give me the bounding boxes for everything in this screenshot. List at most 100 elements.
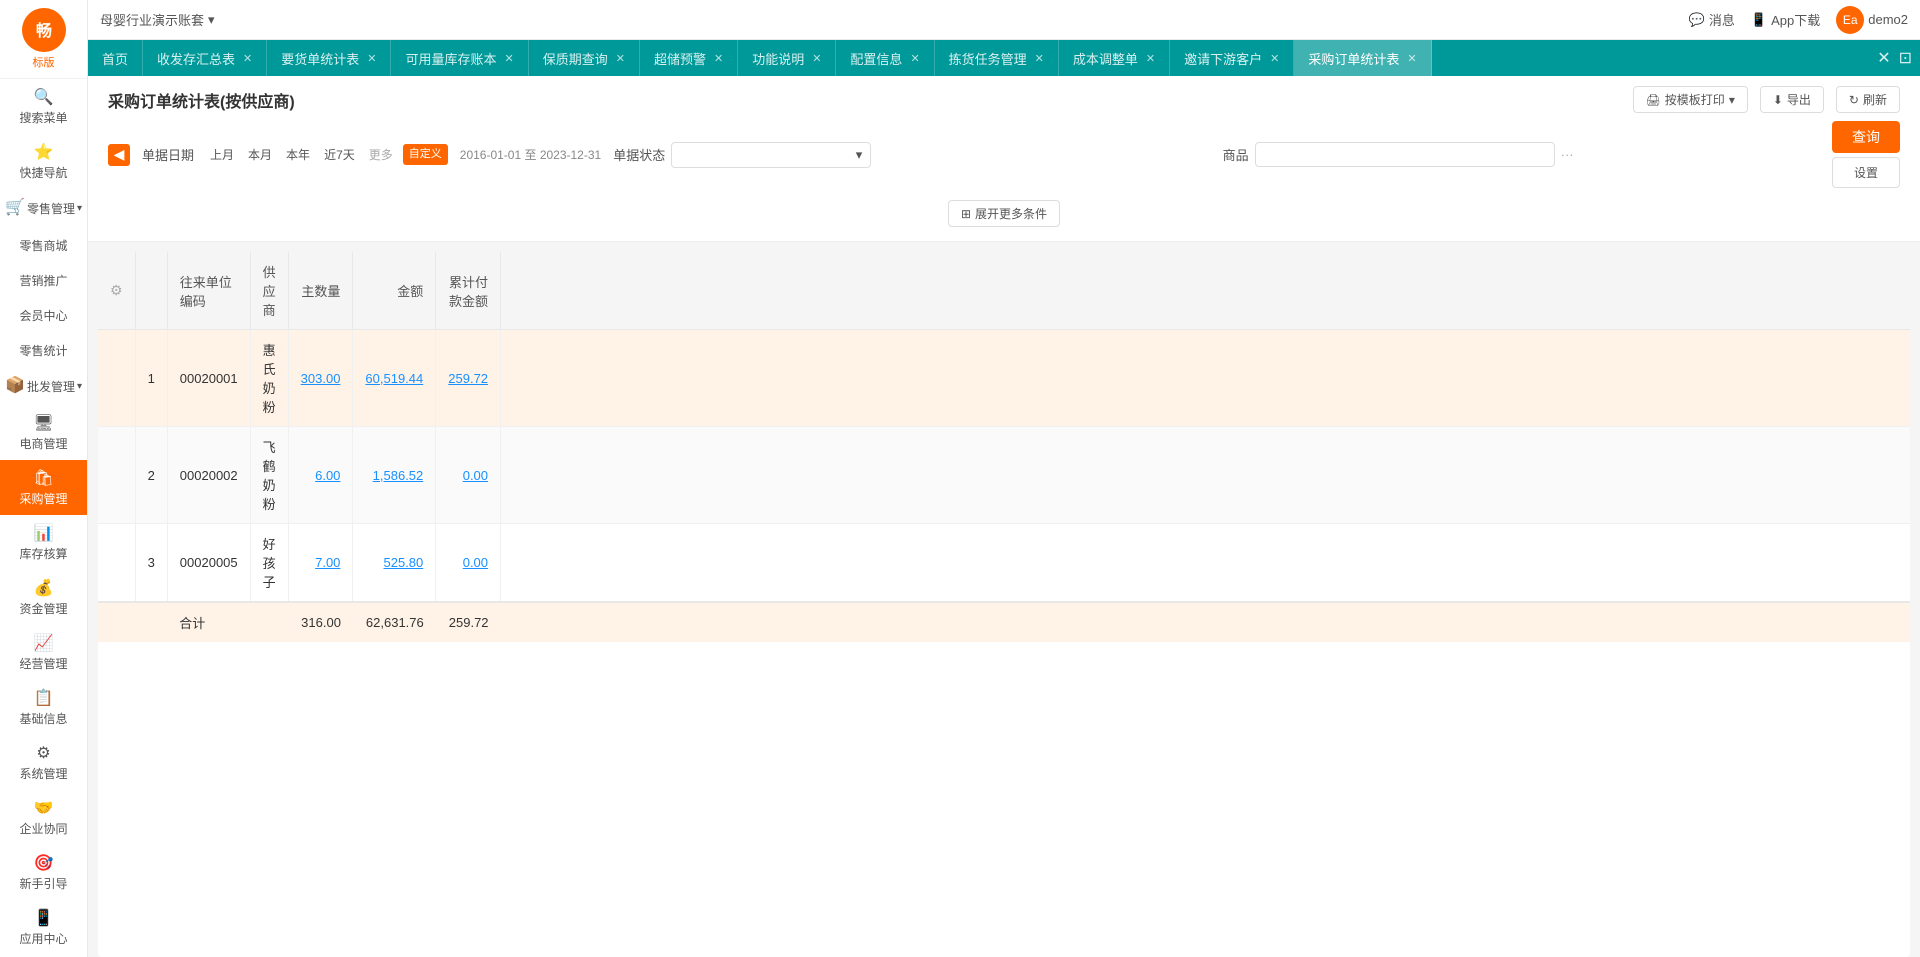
product-input[interactable]: [1255, 142, 1555, 167]
tab-item-10[interactable]: 邀请下游客户✕: [1170, 40, 1294, 76]
filter-row-1: ◀ 单据日期 上月 本月 本年 近7天 更多 自定义 2016-01-01 至 …: [108, 121, 1900, 188]
tab-label-1: 收发存汇总表: [157, 49, 235, 68]
product-more-icon[interactable]: ···: [1561, 147, 1574, 162]
sidebar-item-1[interactable]: ⭐ 快捷导航: [0, 134, 87, 189]
sidebar-item-11[interactable]: 💰 资金管理: [0, 570, 87, 625]
tab-close-8[interactable]: ✕: [1035, 52, 1044, 65]
tab-close-2[interactable]: ✕: [367, 52, 376, 65]
footer-quantity: 316.00: [288, 602, 353, 642]
row-amount-2[interactable]: 525.80: [353, 524, 436, 603]
tab-bar-end: ✕ ⊡: [1869, 40, 1920, 76]
tab-close-11[interactable]: ✕: [1407, 52, 1416, 65]
shortcut-this-month[interactable]: 本月: [244, 144, 276, 165]
sidebar-label-17: 应用中心: [19, 930, 67, 947]
tab-item-4[interactable]: 保质期查询✕: [529, 40, 640, 76]
status-select[interactable]: ▾: [671, 142, 871, 168]
sidebar-label-3: 零售商城: [19, 237, 67, 254]
col-index: [135, 252, 167, 330]
tab-close-5[interactable]: ✕: [714, 52, 723, 65]
sidebar-item-5[interactable]: 会员中心: [0, 297, 87, 332]
tab-item-9[interactable]: 成本调整单✕: [1059, 40, 1170, 76]
shortcut-more[interactable]: 更多: [365, 144, 397, 165]
sidebar-item-17[interactable]: 📱 应用中心: [0, 900, 87, 955]
tab-close-7[interactable]: ✕: [910, 52, 919, 65]
table-row[interactable]: 2 00020002 飞鹤奶粉 6.00 1,586.52 0.00: [98, 427, 1910, 524]
maximize-btn[interactable]: ⊡: [1899, 48, 1912, 68]
tab-item-8[interactable]: 拣货任务管理✕: [935, 40, 1059, 76]
row-quantity-1[interactable]: 6.00: [288, 427, 353, 524]
custom-date-badge[interactable]: 自定义: [403, 144, 448, 165]
sidebar-item-15[interactable]: 🤝 企业协同: [0, 790, 87, 845]
row-index-2: 3: [135, 524, 167, 603]
tab-close-1[interactable]: ✕: [243, 52, 252, 65]
row-amount-0[interactable]: 60,519.44: [353, 330, 436, 427]
tab-item-7[interactable]: 配置信息✕: [836, 40, 934, 76]
tab-item-1[interactable]: 收发存汇总表 ✕: [143, 40, 267, 76]
row-quantity-2[interactable]: 7.00: [288, 524, 353, 603]
sidebar-icon-11: 💰: [34, 578, 54, 598]
sidebar-item-9[interactable]: 🛍 采购管理: [0, 460, 87, 515]
tab-close-6[interactable]: ✕: [812, 52, 821, 65]
app-download-btn[interactable]: 📱 App下载: [1751, 10, 1820, 29]
tab-close-10[interactable]: ✕: [1270, 52, 1279, 65]
row-quantity-0[interactable]: 303.00: [288, 330, 353, 427]
sidebar-item-8[interactable]: 🖥 电商管理: [0, 405, 87, 460]
tab-label-0: 首页: [102, 49, 128, 68]
col-extra: [501, 252, 1910, 330]
tab-item-0[interactable]: 首页: [88, 40, 143, 76]
sidebar-item-0[interactable]: 🔍 搜索菜单: [0, 79, 87, 134]
sidebar-item-4[interactable]: 营销推广: [0, 262, 87, 297]
sidebar-item-7[interactable]: 📦 批发管理 ▾: [0, 367, 87, 405]
refresh-btn[interactable]: ↻ 刷新: [1836, 86, 1900, 113]
sidebar-item-13[interactable]: 📋 基础信息: [0, 680, 87, 735]
sidebar-item-3[interactable]: 零售商城: [0, 227, 87, 262]
tab-item-6[interactable]: 功能说明 ✕: [738, 40, 836, 76]
table-row[interactable]: 1 00020001 惠氏奶粉 303.00 60,519.44 259.72: [98, 330, 1910, 427]
sidebar-label-8: 电商管理: [19, 435, 67, 452]
sidebar-item-2[interactable]: 🛒 零售管理 ▾: [0, 189, 87, 227]
row-paid-amount-0[interactable]: 259.72: [436, 330, 501, 427]
sidebar-item-16[interactable]: 🎯 新手引导: [0, 845, 87, 900]
close-tab-btn[interactable]: ✕: [1877, 48, 1890, 68]
tab-close-4[interactable]: ✕: [616, 52, 625, 65]
shortcut-last-month[interactable]: 上月: [206, 144, 238, 165]
sidebar-label-10: 库存核算: [19, 545, 67, 562]
shortcut-this-year[interactable]: 本年: [282, 144, 314, 165]
filter-toggle-btn[interactable]: ◀: [108, 144, 130, 166]
table-settings-icon[interactable]: ⚙: [110, 282, 123, 298]
tab-label-2: 要货单统计表: [281, 49, 359, 68]
data-table: ⚙ 往来单位编码 供应商 主数量 金额 累计付款金额 1 00020001 惠氏…: [98, 252, 1910, 642]
tab-bar: 首页收发存汇总表✕要货单统计表✕可用量库存账本✕保质期查询✕超储预警✕功能说明✕…: [88, 40, 1920, 76]
more-conditions-btn[interactable]: ⊞ 展开更多条件: [948, 200, 1060, 227]
table-row[interactable]: 3 00020005 好孩子 7.00 525.80 0.00: [98, 524, 1910, 603]
arrow-icon-2: ▾: [77, 203, 82, 214]
tab-item-2[interactable]: 要货单统计表 ✕: [267, 40, 391, 76]
tab-close-9[interactable]: ✕: [1146, 52, 1155, 65]
message-label: 消息: [1709, 10, 1735, 29]
tab-label-6: 功能说明: [752, 49, 804, 68]
sidebar-item-14[interactable]: ⚙ 系统管理: [0, 735, 87, 790]
tab-item-3[interactable]: 可用量库存账本✕: [391, 40, 528, 76]
row-index-0: 1: [135, 330, 167, 427]
tab-close-3[interactable]: ✕: [505, 52, 514, 65]
row-amount-1[interactable]: 1,586.52: [353, 427, 436, 524]
shortcut-7days[interactable]: 近7天: [320, 144, 359, 165]
search-btn[interactable]: 查询: [1832, 121, 1900, 153]
print-btn[interactable]: 🖨 按模板打印 ▾: [1633, 86, 1748, 113]
table-area: ⚙ 往来单位编码 供应商 主数量 金额 累计付款金额 1 00020001 惠氏…: [98, 252, 1910, 957]
row-paid-amount-1[interactable]: 0.00: [436, 427, 501, 524]
sidebar-icon-1: ⭐: [34, 142, 54, 162]
sidebar-item-10[interactable]: 📊 库存核算: [0, 515, 87, 570]
tab-item-5[interactable]: 超储预警✕: [640, 40, 738, 76]
account-selector[interactable]: 母婴行业演示账套 ▾: [100, 10, 215, 29]
row-supplier-name-2: 好孩子: [250, 524, 288, 603]
row-paid-amount-2[interactable]: 0.00: [436, 524, 501, 603]
message-btn[interactable]: 💬 消息: [1689, 10, 1735, 29]
top-bar: 母婴行业演示账套 ▾ 💬 消息 📱 App下载 Ea demo2: [88, 0, 1920, 40]
settings-btn[interactable]: 设置: [1832, 157, 1900, 188]
sidebar-item-12[interactable]: 📈 经营管理: [0, 625, 87, 680]
user-profile-btn[interactable]: Ea demo2: [1836, 6, 1908, 34]
sidebar-item-6[interactable]: 零售统计: [0, 332, 87, 367]
export-btn[interactable]: ⬇ 导出: [1760, 86, 1824, 113]
tab-item-11[interactable]: 采购订单统计表✕: [1294, 40, 1431, 76]
